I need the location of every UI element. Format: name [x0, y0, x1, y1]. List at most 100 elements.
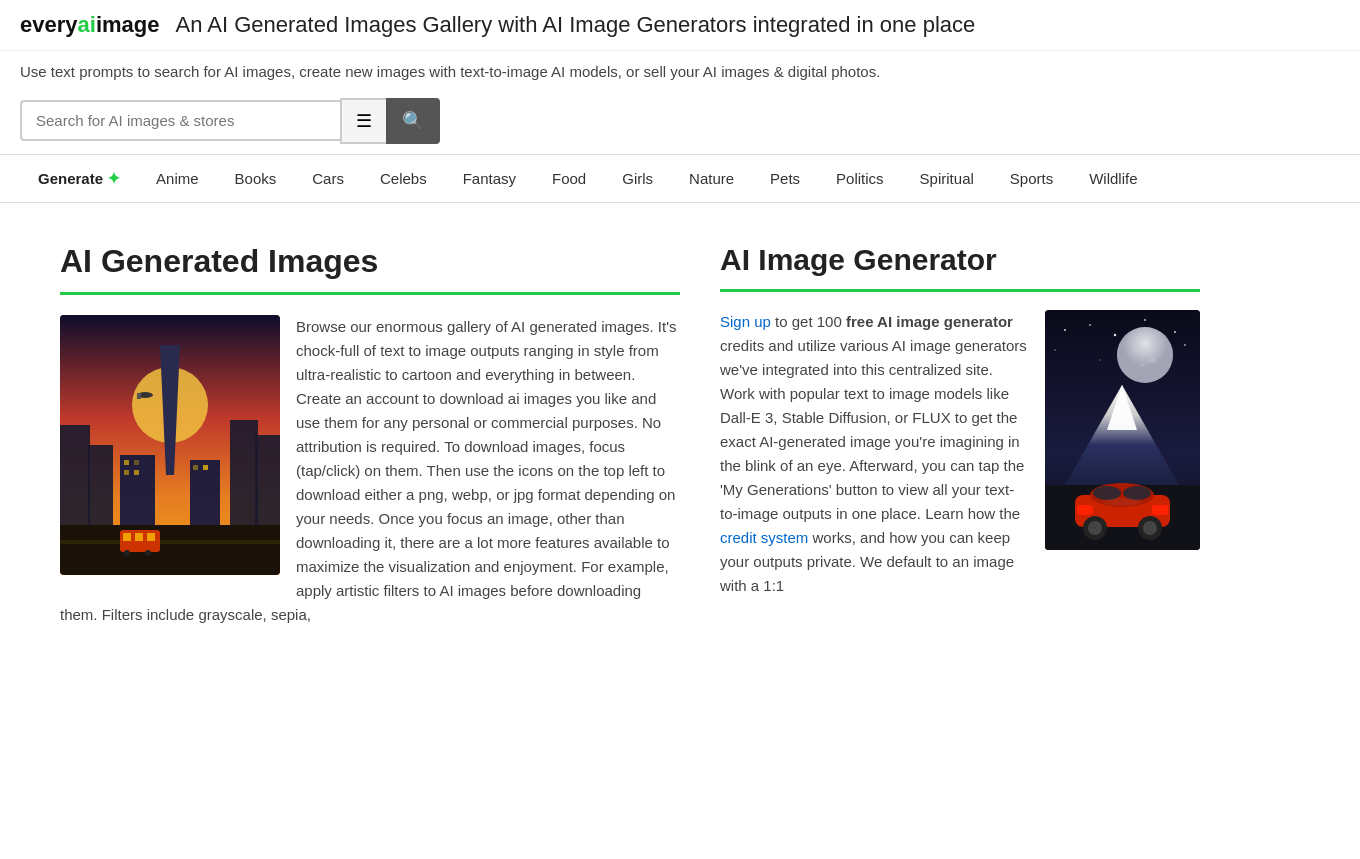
svg-rect-47 [1077, 505, 1093, 515]
generate-icon: ✦ [107, 169, 120, 188]
logo-suffix: image [96, 12, 160, 37]
search-button[interactable]: 🔍 [386, 98, 440, 144]
category-nav: Generate ✦ Anime Books Cars Celebs Fanta… [0, 154, 1360, 203]
svg-rect-23 [193, 465, 198, 470]
nav-label-celebs: Celebs [380, 170, 427, 187]
left-section-title: AI Generated Images [60, 243, 680, 280]
nav-item-girls[interactable]: Girls [604, 156, 671, 201]
svg-rect-15 [135, 533, 143, 541]
nav-label-anime: Anime [156, 170, 199, 187]
car-mountain-svg-container [1045, 310, 1200, 550]
nav-label-spiritual: Spiritual [920, 170, 974, 187]
nav-item-nature[interactable]: Nature [671, 156, 752, 201]
svg-point-37 [1150, 357, 1156, 363]
svg-point-18 [145, 550, 151, 556]
sf-scene-svg [60, 315, 280, 575]
ai-generator-section: AI Image Generator Sign up to get 100 fr… [720, 243, 1200, 598]
nav-item-politics[interactable]: Politics [818, 156, 902, 201]
svg-point-33 [1099, 359, 1101, 361]
svg-rect-22 [134, 470, 139, 475]
search-section: ☰ 🔍 [0, 84, 1360, 154]
search-icon: 🔍 [402, 110, 424, 132]
svg-point-28 [1114, 333, 1116, 335]
svg-rect-12 [60, 540, 280, 544]
ai-gen-image [1045, 310, 1200, 550]
svg-rect-14 [123, 533, 131, 541]
generate-label: Generate [38, 170, 103, 187]
svg-rect-16 [147, 533, 155, 541]
svg-point-32 [1184, 344, 1186, 346]
svg-point-31 [1054, 349, 1056, 351]
sign-up-link[interactable]: Sign up [720, 313, 771, 330]
car-mountain-svg [1045, 310, 1200, 550]
svg-point-36 [1133, 344, 1141, 352]
svg-rect-5 [255, 435, 280, 525]
svg-point-27 [1089, 324, 1091, 326]
nav-label-girls: Girls [622, 170, 653, 187]
nav-label-cars: Cars [312, 170, 344, 187]
nav-item-celebs[interactable]: Celebs [362, 156, 445, 201]
ai-gen-text: Sign up to get 100 free AI image generat… [720, 310, 1029, 598]
right-column: AI Image Generator Sign up to get 100 fr… [720, 243, 1200, 639]
logo[interactable]: everyaiimage [20, 12, 159, 38]
nav-item-sports[interactable]: Sports [992, 156, 1071, 201]
nav-item-anime[interactable]: Anime [138, 156, 217, 201]
search-input[interactable] [20, 100, 340, 141]
left-column: AI Generated Images [60, 243, 680, 639]
svg-rect-10 [190, 460, 220, 535]
svg-point-30 [1174, 331, 1176, 333]
nav-label-nature: Nature [689, 170, 734, 187]
svg-point-55 [1102, 498, 1142, 506]
search-bar: ☰ 🔍 [20, 98, 440, 144]
logo-ai: ai [78, 12, 96, 37]
svg-point-52 [1088, 521, 1102, 535]
nav-item-wildlife[interactable]: Wildlife [1071, 156, 1155, 201]
svg-point-49 [1093, 486, 1121, 500]
svg-rect-21 [124, 470, 129, 475]
header-tagline: An AI Generated Images Gallery with AI I… [175, 12, 975, 38]
nav-item-food[interactable]: Food [534, 156, 604, 201]
nav-item-spiritual[interactable]: Spiritual [902, 156, 992, 201]
left-divider [60, 292, 680, 295]
nav-item-cars[interactable]: Cars [294, 156, 362, 201]
nav-label-pets: Pets [770, 170, 800, 187]
free-credits-text: to get 100 [775, 313, 846, 330]
svg-point-35 [1117, 327, 1173, 383]
ai-gen-paragraph: Sign up to get 100 free AI image generat… [720, 310, 1029, 598]
nav-label-books: Books [235, 170, 277, 187]
body-text-1: credits and utilize various AI image gen… [720, 337, 1027, 522]
header: everyaiimage An AI Generated Images Gall… [0, 0, 1360, 51]
nav-item-pets[interactable]: Pets [752, 156, 818, 201]
svg-rect-20 [134, 460, 139, 465]
description-text: Use text prompts to search for AI images… [20, 61, 1340, 84]
svg-point-38 [1140, 363, 1144, 367]
logo-prefix: every [20, 12, 78, 37]
svg-rect-8 [137, 393, 141, 399]
main-content: AI Generated Images [0, 203, 1360, 679]
nav-label-fantasy: Fantasy [463, 170, 516, 187]
credit-link[interactable]: credit system [720, 529, 808, 546]
svg-rect-9 [120, 455, 155, 535]
hero-image [60, 315, 280, 575]
site-description: Use text prompts to search for AI images… [0, 51, 1360, 84]
svg-rect-48 [1152, 505, 1168, 515]
svg-point-26 [1064, 329, 1066, 331]
nav-item-books[interactable]: Books [217, 156, 295, 201]
nav-item-fantasy[interactable]: Fantasy [445, 156, 534, 201]
bold-text: free AI image generator [846, 313, 1013, 330]
nav-generate[interactable]: Generate ✦ [20, 155, 138, 202]
svg-point-54 [1143, 521, 1157, 535]
filter-button[interactable]: ☰ [340, 98, 386, 144]
svg-point-29 [1144, 319, 1146, 321]
svg-rect-11 [60, 525, 280, 575]
filter-icon: ☰ [356, 110, 372, 132]
ai-gen-divider [720, 289, 1200, 292]
svg-rect-2 [60, 425, 90, 525]
nav-label-food: Food [552, 170, 586, 187]
nav-label-politics: Politics [836, 170, 884, 187]
svg-point-17 [124, 550, 130, 556]
svg-point-50 [1123, 486, 1151, 500]
svg-rect-4 [230, 420, 258, 525]
svg-rect-3 [88, 445, 113, 525]
svg-rect-24 [203, 465, 208, 470]
